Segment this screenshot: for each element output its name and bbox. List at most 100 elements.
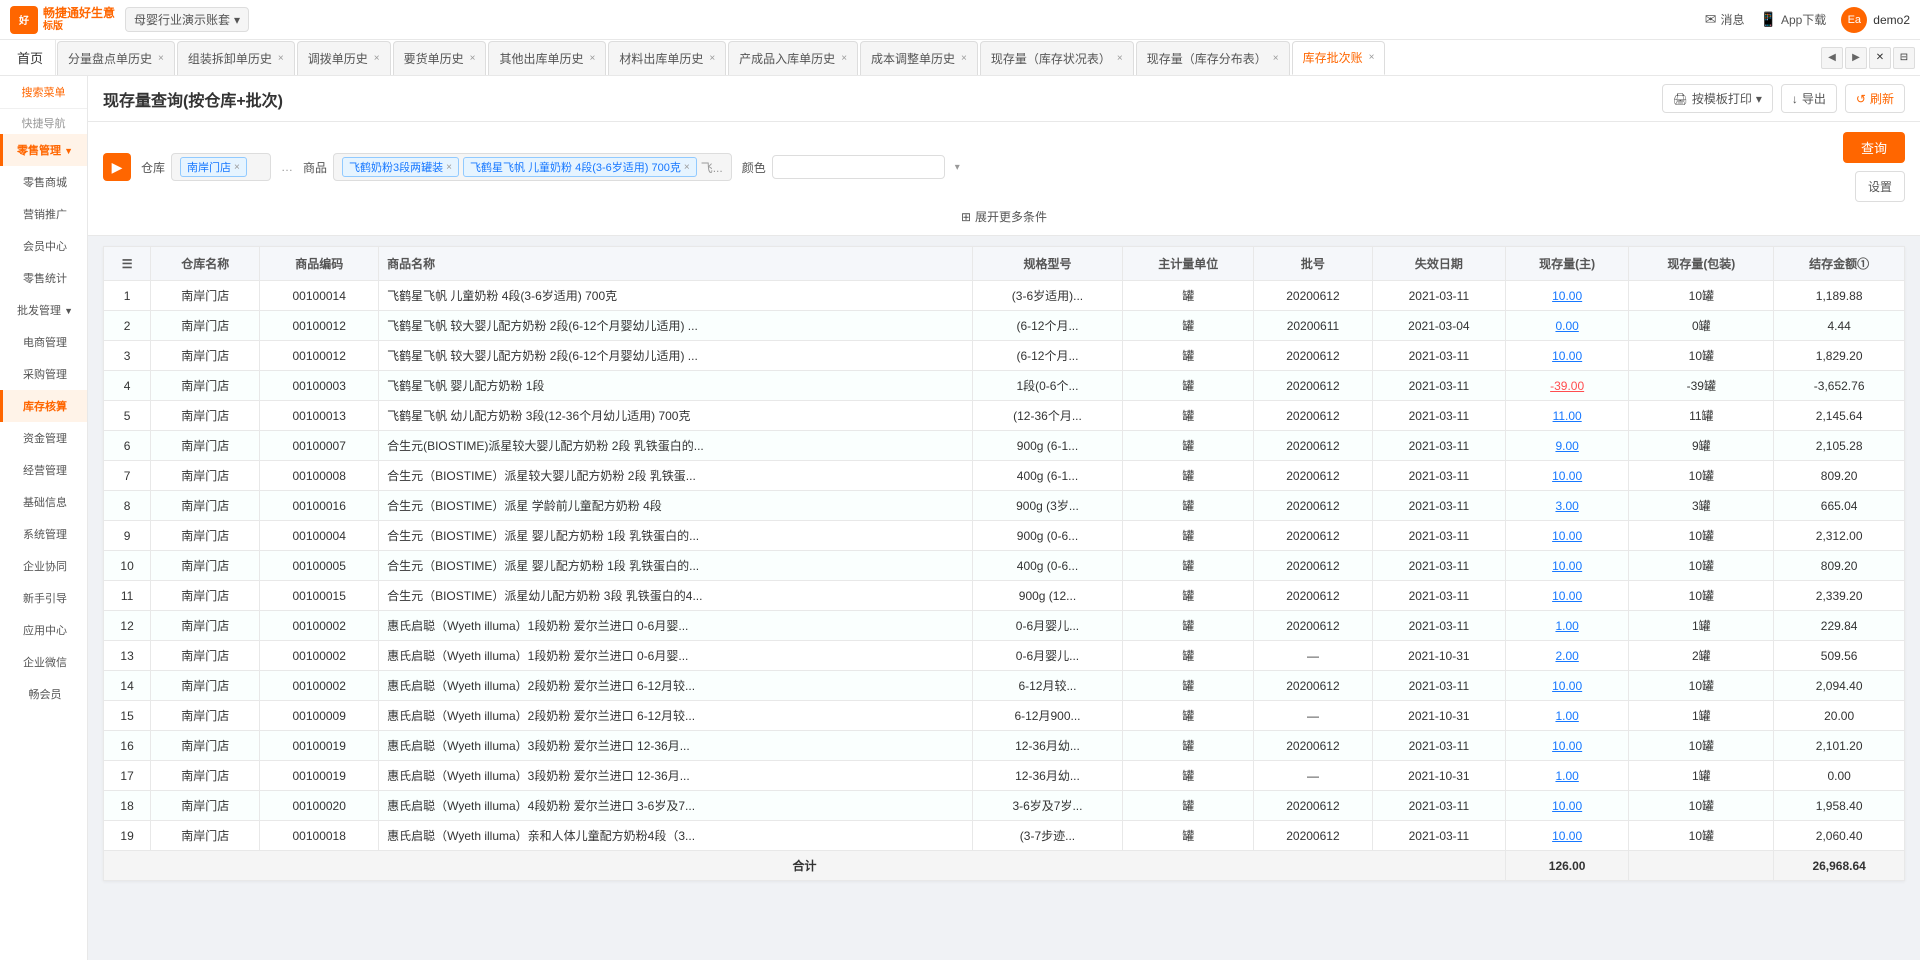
sidebar-item-marketing[interactable]: 营销推广 — [0, 198, 87, 230]
tab-chengben[interactable]: 成本调整单历史 × — [860, 41, 978, 75]
settings-button[interactable]: 设置 — [1855, 171, 1905, 202]
color-input[interactable] — [772, 155, 945, 179]
tab-fen-pan[interactable]: 分量盘点单历史 × — [57, 41, 175, 75]
cell-qty[interactable]: 1.00 — [1505, 701, 1628, 731]
sidebar-item-stats[interactable]: 零售统计 — [0, 262, 87, 294]
cell-qty[interactable]: 10.00 — [1505, 671, 1628, 701]
cell-qty[interactable]: -39.00 — [1505, 371, 1628, 401]
export-icon: ↓ — [1792, 92, 1798, 106]
cell-qty[interactable]: 10.00 — [1505, 281, 1628, 311]
cell-qty[interactable]: 10.00 — [1505, 581, 1628, 611]
tab-qita-chu[interactable]: 其他出库单历史 × — [488, 41, 606, 75]
tab-xiancun-kucun[interactable]: 现存量（库存状况表） × — [980, 41, 1134, 75]
tab-close-10[interactable]: × — [1273, 53, 1279, 64]
export-btn[interactable]: ↓ 导出 — [1781, 84, 1837, 113]
sidebar-item-apps[interactable]: 应用中心 — [0, 614, 87, 646]
filter-expand-btn[interactable]: ▶ — [103, 153, 131, 181]
warehouse-tag-container[interactable]: 南岸门店 × — [171, 153, 271, 181]
tab-close-3[interactable]: × — [374, 53, 380, 64]
sidebar-quick-nav[interactable]: 快捷导航 — [0, 109, 87, 134]
tab-close-11[interactable]: × — [1369, 52, 1375, 63]
cell-qty[interactable]: 1.00 — [1505, 611, 1628, 641]
tab-close-1[interactable]: × — [158, 53, 164, 64]
sidebar-item-guide[interactable]: 新手引导 — [0, 582, 87, 614]
org-selector[interactable]: 母婴行业演示账套 ▾ — [125, 7, 249, 32]
product-tag-2: 飞鹤星飞帆 儿童奶粉 4段(3-6岁适用) 700克 × — [463, 157, 697, 177]
tab-next[interactable]: ▶ — [1845, 47, 1867, 69]
cell-no: 14 — [104, 671, 151, 701]
sidebar-item-ecommerce[interactable]: 电商管理 — [0, 326, 87, 358]
tab-close-6[interactable]: × — [709, 53, 715, 64]
cell-qty[interactable]: 10.00 — [1505, 551, 1628, 581]
cell-expire: 2021-03-11 — [1372, 491, 1505, 521]
refresh-btn[interactable]: ↺ 刷新 — [1845, 84, 1905, 113]
cell-no: 12 — [104, 611, 151, 641]
color-dropdown-arrow[interactable]: ▾ — [955, 162, 960, 173]
cell-qty[interactable]: 0.00 — [1505, 311, 1628, 341]
filter-more-dots[interactable]: … — [281, 160, 293, 174]
tab-yao-huo[interactable]: 要货单历史 × — [393, 41, 487, 75]
tab-xiancun-fenbpu[interactable]: 现存量（库存分布表） × — [1136, 41, 1290, 75]
sidebar-item-inventory[interactable]: 库存核算 — [0, 390, 87, 422]
tab-close-4[interactable]: × — [470, 53, 476, 64]
cell-qty[interactable]: 10.00 — [1505, 731, 1628, 761]
cell-qty[interactable]: 1.00 — [1505, 761, 1628, 791]
product-tag-container[interactable]: 飞鹤奶粉3段两罐装 × 飞鹤星飞帆 儿童奶粉 4段(3-6岁适用) 700克 ×… — [333, 153, 732, 181]
sidebar-item-finance[interactable]: 资金管理 — [0, 422, 87, 454]
app-download-btn[interactable]: 📱 App下载 — [1760, 11, 1827, 28]
tab-close-5[interactable]: × — [589, 53, 595, 64]
sidebar-item-shop[interactable]: 零售商城 — [0, 166, 87, 198]
cell-qty[interactable]: 2.00 — [1505, 641, 1628, 671]
product-more[interactable]: 飞... — [701, 159, 723, 176]
cell-batch: 20200612 — [1254, 281, 1373, 311]
cell-unit: 罐 — [1123, 281, 1254, 311]
message-btn[interactable]: ✉ 消息 — [1705, 11, 1745, 28]
cell-unit: 罐 — [1123, 521, 1254, 551]
tab-home[interactable]: 首页 — [5, 40, 56, 76]
sidebar-item-basic[interactable]: 基础信息 — [0, 486, 87, 518]
cell-qty[interactable]: 10.00 — [1505, 461, 1628, 491]
cell-qty[interactable]: 10.00 — [1505, 521, 1628, 551]
sidebar-item-purchase[interactable]: 采购管理 — [0, 358, 87, 390]
sidebar-item-operations[interactable]: 经营管理 — [0, 454, 87, 486]
cell-qty[interactable]: 3.00 — [1505, 491, 1628, 521]
tab-cailiao[interactable]: 材料出库单历史 × — [608, 41, 726, 75]
cell-qty[interactable]: 10.00 — [1505, 341, 1628, 371]
query-button[interactable]: 查询 — [1843, 132, 1905, 163]
sidebar-item-enterprise[interactable]: 企业协同 — [0, 550, 87, 582]
cell-qty[interactable]: 10.00 — [1505, 821, 1628, 851]
template-print-btn[interactable]: 🖨 按模板打印 ▾ — [1662, 84, 1773, 113]
tab-chancheng[interactable]: 产成品入库单历史 × — [728, 41, 858, 75]
col-settings[interactable]: ☰ — [104, 247, 151, 281]
tab-close-2[interactable]: × — [278, 53, 284, 64]
tab-zu-zhuang[interactable]: 组装拆卸单历史 × — [177, 41, 295, 75]
table-row: 10 南岸门店 00100005 合生元（BIOSTIME）派星 婴儿配方奶粉 … — [104, 551, 1905, 581]
cell-warehouse: 南岸门店 — [151, 371, 260, 401]
cell-qty[interactable]: 11.00 — [1505, 401, 1628, 431]
tab-close-9[interactable]: × — [1117, 53, 1123, 64]
sidebar-item-retail[interactable]: 零售管理 ▼ — [0, 134, 87, 166]
cell-qty[interactable]: 10.00 — [1505, 791, 1628, 821]
product-tag-1: 飞鹤奶粉3段两罐装 × — [342, 157, 459, 177]
tab-diao-bo[interactable]: 调拨单历史 × — [297, 41, 391, 75]
sidebar-search[interactable]: 搜索菜单 — [0, 76, 87, 109]
cell-qty[interactable]: 9.00 — [1505, 431, 1628, 461]
cell-amount: 2,094.40 — [1774, 671, 1905, 701]
sidebar-item-member[interactable]: 会员中心 — [0, 230, 87, 262]
footer-total-qty: 126.00 — [1505, 851, 1628, 881]
tab-close-all[interactable]: ✕ — [1869, 47, 1891, 69]
tab-close-7[interactable]: × — [841, 53, 847, 64]
sidebar-item-wechat[interactable]: 企业微信 — [0, 646, 87, 678]
sidebar-item-member2[interactable]: 畅会员 — [0, 678, 87, 710]
tab-prev[interactable]: ◀ — [1821, 47, 1843, 69]
product-tag-1-remove[interactable]: × — [446, 162, 452, 173]
warehouse-tag-remove[interactable]: × — [234, 162, 240, 173]
tab-close-8[interactable]: × — [961, 53, 967, 64]
product-tag-2-remove[interactable]: × — [684, 162, 690, 173]
tab-minimize[interactable]: ⊟ — [1893, 47, 1915, 69]
sidebar-item-wholesale[interactable]: 批发管理 ▼ — [0, 294, 87, 326]
sidebar-item-system[interactable]: 系统管理 — [0, 518, 87, 550]
expand-conditions-btn[interactable]: ⊞ 展开更多条件 — [103, 208, 1905, 225]
tab-kucun-pizhang[interactable]: 库存批次账 × — [1292, 41, 1386, 75]
cell-qty-pkg: 10罐 — [1629, 281, 1774, 311]
